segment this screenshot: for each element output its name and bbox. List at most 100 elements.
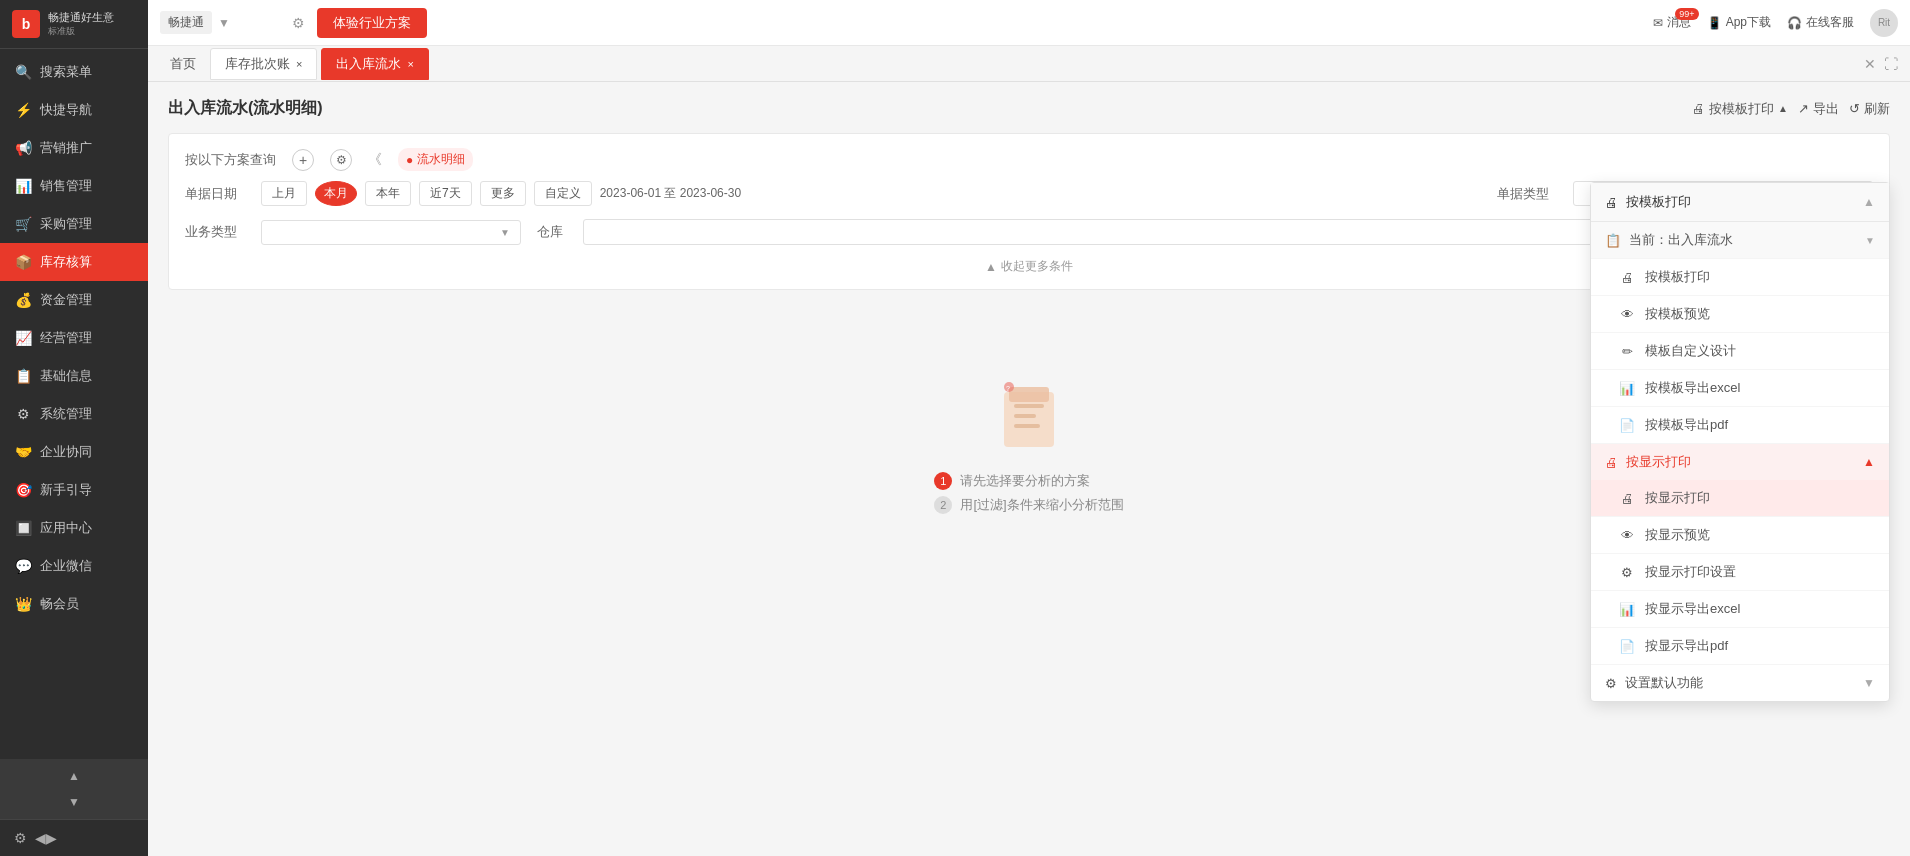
close-window-icon[interactable]: ✕ (1864, 56, 1876, 72)
export-button[interactable]: ↗ 导出 (1798, 100, 1839, 118)
tab-close-inout-flow[interactable]: × (407, 58, 413, 70)
dropdown-collapse-icon[interactable]: ▲ (1863, 195, 1875, 209)
dropdown-item-template-pdf[interactable]: 📄 按模板导出pdf (1591, 407, 1889, 444)
tab-inout-flow[interactable]: 出入库流水 × (321, 48, 428, 80)
service-button[interactable]: 🎧 在线客服 (1787, 14, 1854, 31)
sidebar-label-app-center: 应用中心 (40, 519, 92, 537)
page-content: 出入库流水(流水明细) 🖨 按模板打印 ▲ ↗ 导出 ↺ 刷新 (148, 82, 1910, 856)
dropdown-item-display-settings[interactable]: ⚙ 按显示打印设置 (1591, 554, 1889, 591)
sidebar-item-app-center[interactable]: 🔲 应用中心 (0, 509, 148, 547)
dropdown-display-items: 🖨 按显示打印 👁 按显示预览 ⚙ 按显示打印设置 📊 按显示导出excel 📄… (1591, 480, 1889, 665)
sidebar-bottom: ⚙ ◀▶ (0, 819, 148, 856)
app-download-button[interactable]: 📱 App下载 (1707, 14, 1771, 31)
dropdown-item-template-custom[interactable]: ✏ 模板自定义设计 (1591, 333, 1889, 370)
sidebar-label-enterprise: 企业协同 (40, 443, 92, 461)
sales-icon: 📊 (14, 177, 32, 195)
sidebar-item-finance[interactable]: 💰 资金管理 (0, 281, 148, 319)
biz-type-select[interactable]: ▼ (261, 220, 521, 245)
avatar[interactable]: Rit (1870, 9, 1898, 37)
filter-query-label: 按以下方案查询 (185, 151, 276, 169)
filter-collapse-icon[interactable]: 《 (368, 151, 382, 169)
sidebar-label-search-menu: 搜索菜单 (40, 63, 92, 81)
message-button[interactable]: ✉ 消息 99+ (1653, 14, 1691, 31)
settings-icon[interactable]: ⚙ (14, 830, 27, 846)
sidebar-item-sales[interactable]: 📊 销售管理 (0, 167, 148, 205)
footer-arrow-icon: ▼ (1863, 676, 1875, 690)
date-custom-btn[interactable]: 自定义 (534, 181, 592, 206)
svg-rect-1 (1009, 387, 1049, 402)
sidebar-item-quick-nav[interactable]: ⚡ 快捷导航 (0, 91, 148, 129)
sidebar-item-marketing[interactable]: 📢 营销推广 (0, 129, 148, 167)
sidebar-item-basic-info[interactable]: 📋 基础信息 (0, 357, 148, 395)
tab-home[interactable]: 首页 (160, 49, 206, 79)
logo-text: 畅捷通好生意 标准版 (48, 10, 114, 38)
export-icon: ↗ (1798, 101, 1809, 116)
collapse-button[interactable]: ▲ 收起更多条件 (985, 258, 1073, 275)
empty-step-1: 1 请先选择要分析的方案 (934, 472, 1123, 490)
sidebar-nav: 🔍 搜索菜单 ⚡ 快捷导航 📢 营销推广 📊 销售管理 🛒 采购管理 📦 库存核… (0, 49, 148, 759)
trial-button[interactable]: 体验行业方案 (317, 8, 427, 38)
date-last-month-btn[interactable]: 上月 (261, 181, 307, 206)
date-label: 单据日期 (185, 185, 245, 203)
sidebar-item-guide[interactable]: 🎯 新手引导 (0, 471, 148, 509)
date-filter-section: 上月 本月 本年 近7天 更多 自定义 2023-06-01 至 2023-06… (261, 181, 1481, 206)
sidebar-item-operation[interactable]: 📈 经营管理 (0, 319, 148, 357)
guide-icon: 🎯 (14, 481, 32, 499)
scroll-down-icon[interactable]: ▼ (68, 789, 80, 815)
tab-inventory-batch[interactable]: 库存批次账 × (210, 48, 317, 80)
topbar-gear-icon[interactable]: ⚙ (288, 11, 309, 35)
dropdown-item-display-pdf[interactable]: 📄 按显示导出pdf (1591, 628, 1889, 665)
scroll-up-icon[interactable]: ▲ (68, 763, 80, 789)
display-section-arrow-icon: ▲ (1863, 455, 1875, 469)
sidebar-label-quick-nav: 快捷导航 (40, 101, 92, 119)
sidebar-logo: b 畅捷通好生意 标准版 (0, 0, 148, 49)
main-area: 畅捷通 ▼ ⚙ 体验行业方案 ✉ 消息 99+ 📱 App下载 🎧 在线客服 R… (148, 0, 1910, 856)
tab-close-inventory-batch[interactable]: × (296, 58, 302, 70)
dropdown-template-items: 🖨 按模板打印 👁 按模板预览 ✏ 模板自定义设计 📊 按模板导出excel 📄… (1591, 259, 1889, 444)
dropdown-item-display-print[interactable]: 🖨 按显示打印 (1591, 480, 1889, 517)
dropdown-item-template-preview[interactable]: 👁 按模板预览 (1591, 296, 1889, 333)
expand-window-icon[interactable]: ⛶ (1884, 56, 1898, 72)
empty-illustration: ? (979, 362, 1079, 462)
sidebar-label-inventory: 库存核算 (40, 253, 92, 271)
date-this-year-btn[interactable]: 本年 (365, 181, 411, 206)
current-template-arrow-icon: ▼ (1865, 235, 1875, 246)
sidebar-item-enterprise[interactable]: 🤝 企业协同 (0, 433, 148, 471)
date-this-month-btn[interactable]: 本月 (315, 181, 357, 206)
sidebar-item-purchase[interactable]: 🛒 采购管理 (0, 205, 148, 243)
filter-add-button[interactable]: + (292, 149, 314, 171)
dropdown-item-display-excel[interactable]: 📊 按显示导出excel (1591, 591, 1889, 628)
dropdown-item-template-print[interactable]: 🖨 按模板打印 (1591, 259, 1889, 296)
sidebar-item-system[interactable]: ⚙ 系统管理 (0, 395, 148, 433)
dropdown-footer[interactable]: ⚙ 设置默认功能 ▼ (1591, 665, 1889, 701)
sidebar-item-inventory[interactable]: 📦 库存核算 (0, 243, 148, 281)
warehouse-select[interactable]: ··· (583, 219, 1727, 245)
template-custom-icon: ✏ (1619, 343, 1635, 359)
member-icon: 👑 (14, 595, 32, 613)
print-header-icon: 🖨 (1605, 195, 1618, 210)
date-more-btn[interactable]: 更多 (480, 181, 526, 206)
print-template-button[interactable]: 🖨 按模板打印 ▲ (1692, 100, 1788, 118)
headset-icon: 🎧 (1787, 16, 1802, 30)
collapse-sidebar-icon[interactable]: ◀▶ (35, 830, 57, 846)
template-print-label: 按模板打印 (1645, 268, 1710, 286)
user-dropdown-icon[interactable]: ▼ (218, 16, 230, 30)
user-name: 畅捷通 (160, 11, 212, 34)
sidebar-item-wechat[interactable]: 💬 企业微信 (0, 547, 148, 585)
display-preview-label: 按显示预览 (1645, 526, 1710, 544)
sidebar: b 畅捷通好生意 标准版 🔍 搜索菜单 ⚡ 快捷导航 📢 营销推广 📊 销售管理… (0, 0, 148, 856)
current-template-item[interactable]: 📋 当前：出入库流水 ▼ (1591, 222, 1889, 259)
filter-tag: ● 流水明细 (398, 148, 473, 171)
dropdown-item-display-preview[interactable]: 👁 按显示预览 (1591, 517, 1889, 554)
message-icon: ✉ (1653, 16, 1663, 30)
dropdown-item-template-excel[interactable]: 📊 按模板导出excel (1591, 370, 1889, 407)
dropdown-display-section[interactable]: 🖨 按显示打印 ▲ (1591, 444, 1889, 480)
filter-settings-btn[interactable]: ⚙ (330, 149, 352, 171)
sidebar-item-member[interactable]: 👑 畅会员 (0, 585, 148, 623)
display-excel-icon: 📊 (1619, 601, 1635, 617)
sidebar-item-search-menu[interactable]: 🔍 搜索菜单 (0, 53, 148, 91)
date-7days-btn[interactable]: 近7天 (419, 181, 472, 206)
svg-text:?: ? (1006, 385, 1010, 392)
refresh-button[interactable]: ↺ 刷新 (1849, 100, 1890, 118)
svg-rect-4 (1014, 424, 1040, 428)
